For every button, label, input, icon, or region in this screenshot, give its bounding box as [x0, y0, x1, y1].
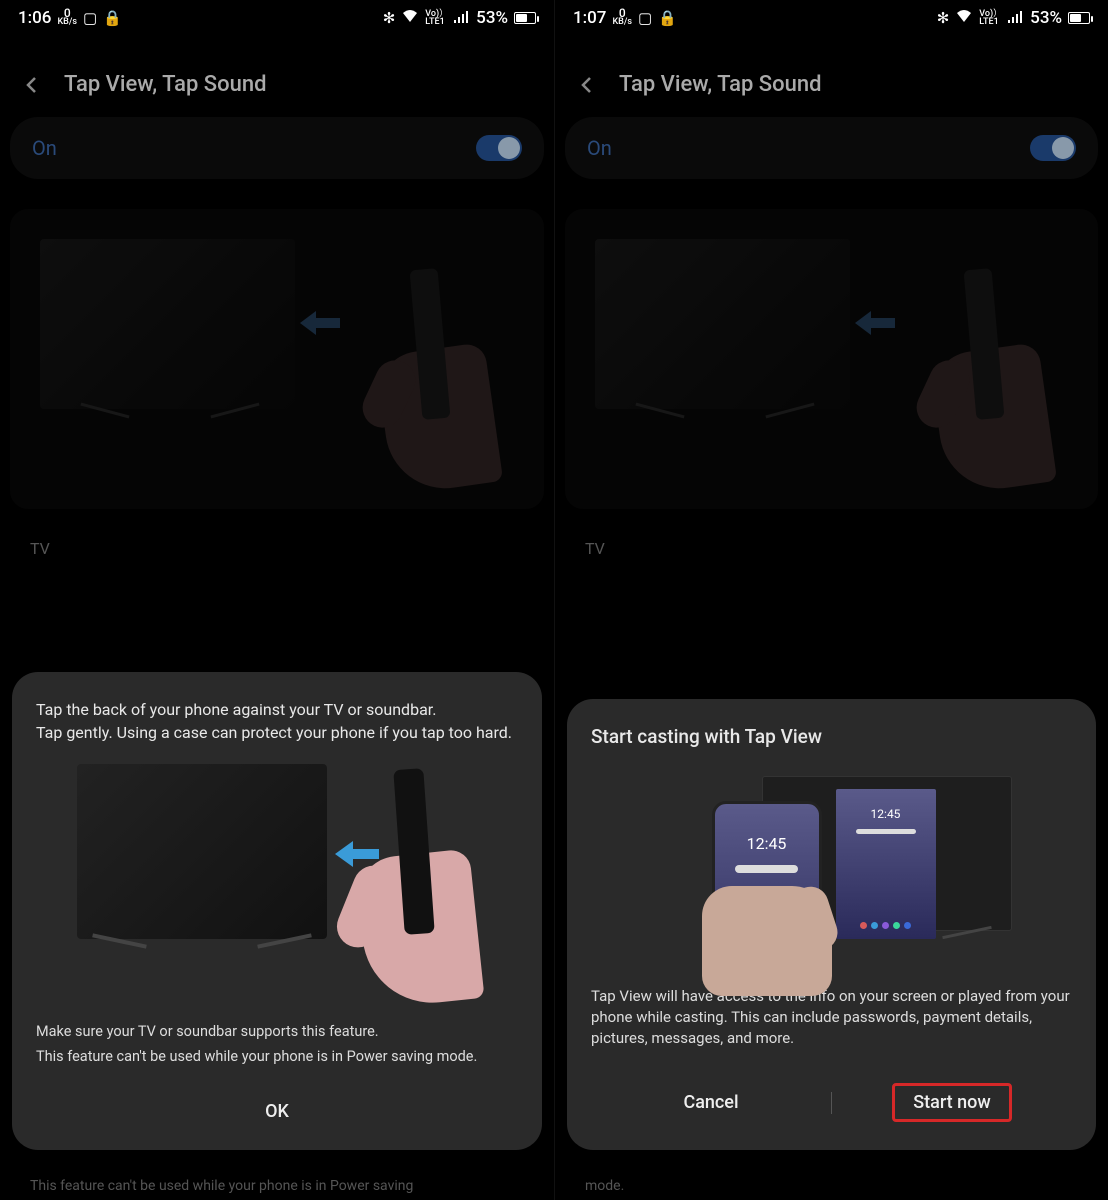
dialog-text-2: Tap gently. Using a case can protect you…	[36, 721, 518, 744]
dialog-illustration	[77, 764, 477, 1004]
tv-illustration	[40, 239, 295, 409]
page-header: Tap View, Tap Sound	[0, 32, 554, 117]
phone-screen-right: 1:07 0KB/s ▢ 🔒 ✻ Vo)）LTE1 53% Tap View, …	[554, 0, 1108, 1200]
phone-mirror-time: 12:45	[715, 834, 819, 853]
phone-screen-left: 1:06 0KB/s ▢ 🔒 ✻ Vo)）LTE1 53% Tap View, …	[0, 0, 554, 1200]
bluetooth-icon: ✻	[383, 9, 396, 27]
illustration-panel	[565, 209, 1098, 509]
back-button[interactable]	[20, 73, 44, 97]
feature-toggle-row[interactable]: On	[565, 117, 1098, 179]
volte-icon: Vo)）LTE1	[979, 10, 1002, 26]
page-title: Tap View, Tap Sound	[619, 72, 821, 97]
dialog-title: Start casting with Tap View	[591, 725, 1072, 748]
dialog-text-1: Tap the back of your phone against your …	[36, 698, 518, 721]
toggle-label: On	[587, 136, 612, 160]
dialog-note-2: This feature can't be used while your ph…	[36, 1047, 518, 1067]
section-label-tv: TV	[30, 539, 524, 558]
dialog-note-1: Make sure your TV or soundbar supports t…	[36, 1022, 518, 1042]
cancel-button[interactable]: Cancel	[591, 1082, 831, 1123]
network-speed-icon: 0KB/s	[612, 9, 632, 27]
hand-illustration	[898, 289, 1048, 489]
tv-illustration	[595, 239, 850, 409]
signal-icon	[1008, 9, 1024, 27]
tv-mirror-time: 12:45	[836, 807, 936, 821]
page-title: Tap View, Tap Sound	[64, 72, 266, 97]
start-now-button[interactable]: Start now	[832, 1073, 1072, 1132]
truncated-text: mode.	[585, 1178, 1078, 1194]
volte-icon: Vo)）LTE1	[425, 10, 448, 26]
page-header: Tap View, Tap Sound	[555, 32, 1108, 117]
status-time: 1:07	[573, 8, 606, 28]
battery-icon	[514, 12, 536, 24]
hand-illustration	[344, 289, 494, 489]
status-time: 1:06	[18, 8, 51, 28]
battery-icon	[1068, 12, 1090, 24]
status-bar: 1:06 0KB/s ▢ 🔒 ✻ Vo)）LTE1 53%	[0, 0, 554, 32]
toggle-switch[interactable]	[1030, 135, 1076, 161]
section-label-tv: TV	[585, 539, 1078, 558]
info-dialog: Tap the back of your phone against your …	[12, 672, 542, 1150]
toggle-label: On	[32, 136, 57, 160]
gallery-icon: ▢	[83, 9, 97, 27]
truncated-text: This feature can't be used while your ph…	[30, 1178, 524, 1194]
lock-icon: 🔒	[103, 9, 122, 27]
wifi-icon	[955, 9, 973, 27]
toggle-switch[interactable]	[476, 135, 522, 161]
wifi-icon	[401, 9, 419, 27]
cast-dialog: Start casting with Tap View 12:45 12:45 …	[567, 699, 1096, 1150]
arrow-left-icon	[855, 309, 895, 341]
start-now-highlight[interactable]: Start now	[892, 1083, 1011, 1122]
battery-percent: 53%	[476, 8, 508, 28]
lock-icon: 🔒	[658, 9, 677, 27]
gallery-icon: ▢	[638, 9, 652, 27]
feature-toggle-row[interactable]: On	[10, 117, 544, 179]
battery-percent: 53%	[1030, 8, 1062, 28]
illustration-panel	[10, 209, 544, 509]
back-button[interactable]	[575, 73, 599, 97]
arrow-left-icon	[300, 309, 340, 341]
bluetooth-icon: ✻	[937, 9, 950, 27]
signal-icon	[454, 9, 470, 27]
status-bar: 1:07 0KB/s ▢ 🔒 ✻ Vo)）LTE1 53%	[555, 0, 1108, 32]
ok-button[interactable]: OK	[36, 1091, 518, 1132]
network-speed-icon: 0KB/s	[57, 9, 77, 27]
casting-illustration: 12:45 12:45	[642, 766, 1022, 966]
